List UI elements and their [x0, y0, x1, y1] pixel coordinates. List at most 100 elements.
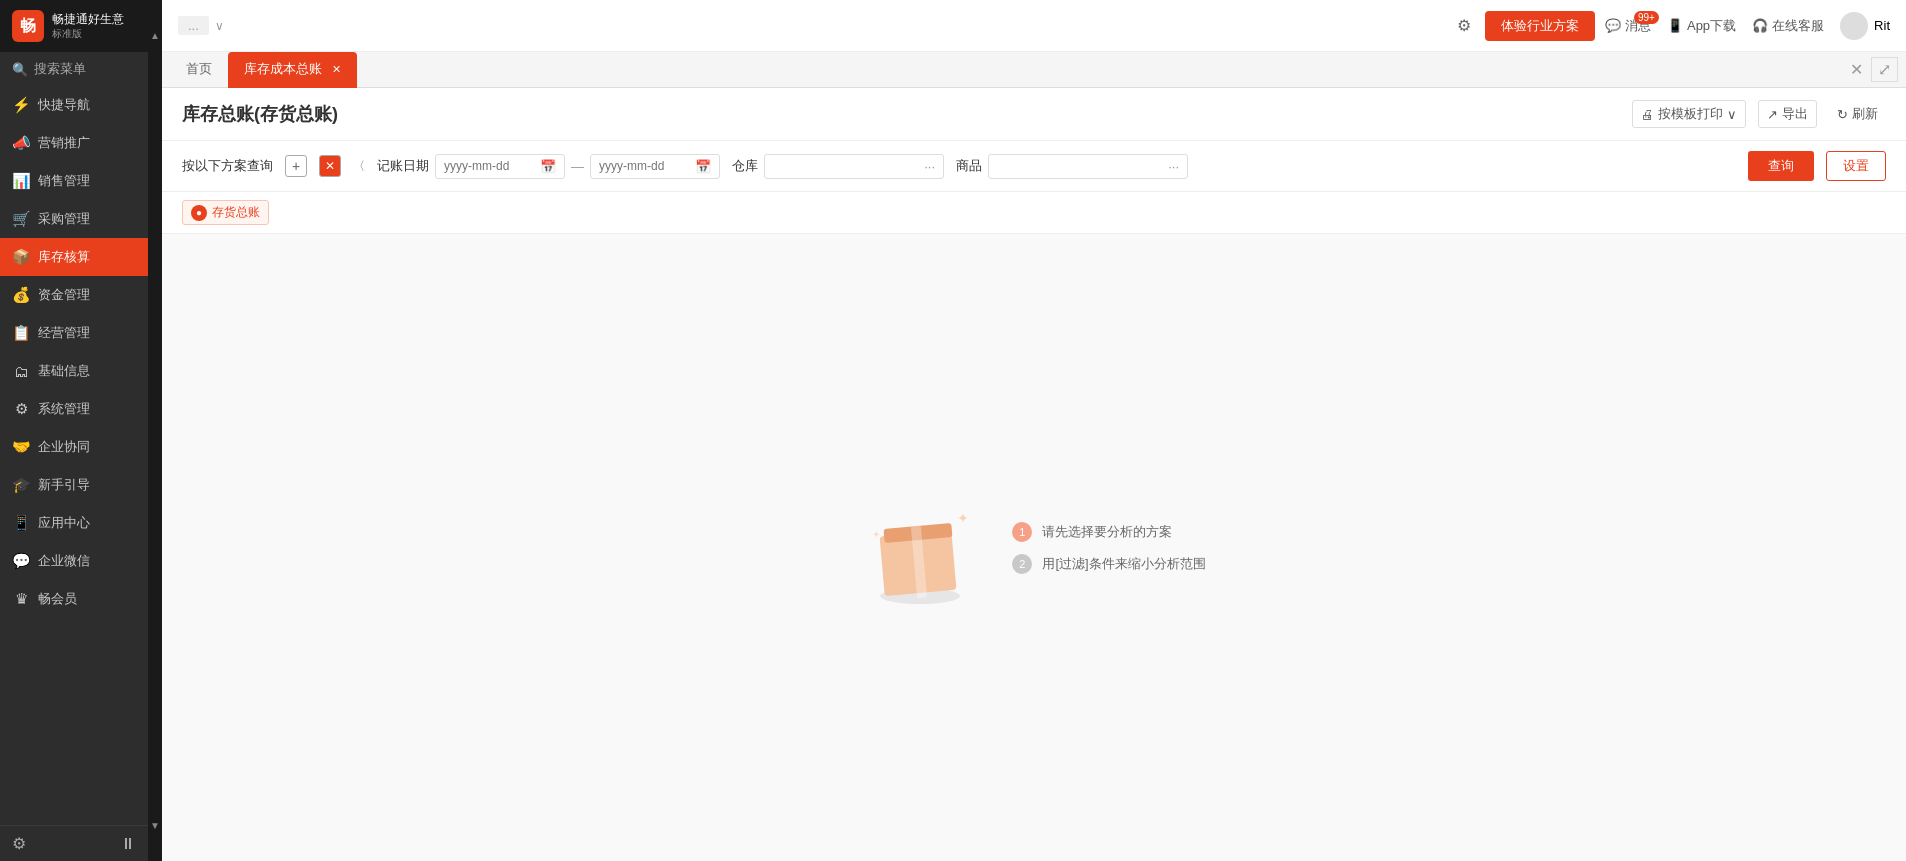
apps-icon: 📱 — [12, 514, 30, 532]
industry-btn[interactable]: 体验行业方案 — [1485, 11, 1595, 41]
date-field-group: 记账日期 📅 — 📅 — [377, 154, 720, 179]
panel-close-btn[interactable]: ✕ — [1850, 60, 1863, 79]
sidebar-item-operations[interactable]: 📋 经营管理 — [0, 314, 148, 352]
topbar-settings-icon[interactable]: ⚙ — [1453, 12, 1475, 39]
user-avatar — [1840, 12, 1868, 40]
breadcrumb: ... ∨ — [178, 16, 1443, 35]
sidebar-item-sales[interactable]: 📊 销售管理 — [0, 162, 148, 200]
date-start-input[interactable] — [444, 159, 534, 173]
tab-home[interactable]: 首页 — [170, 52, 228, 88]
sidebar-scrollbar: ▲ ▼ — [148, 0, 162, 861]
query-btn[interactable]: 查询 — [1748, 151, 1814, 181]
page-header: 库存总账(存货总账) 🖨 按模板打印 ∨ ↗ 导出 ↻ 刷新 — [162, 88, 1906, 141]
tab-inventory-cost[interactable]: 库存成本总账 ✕ — [228, 52, 357, 88]
sidebar-item-wechat[interactable]: 💬 企业微信 — [0, 542, 148, 580]
search-menu-item[interactable]: 🔍 搜索菜单 — [0, 52, 148, 86]
sidebar-item-guide[interactable]: 🎓 新手引导 — [0, 466, 148, 504]
calendar-end-icon[interactable]: 📅 — [695, 159, 711, 174]
app-logo: 畅 畅捷通好生意 标准版 — [0, 0, 148, 52]
operations-icon: 📋 — [12, 324, 30, 342]
cooperation-icon: 🤝 — [12, 438, 30, 456]
sidebar-item-quick-nav[interactable]: ⚡ 快捷导航 — [0, 86, 148, 124]
product-more-icon[interactable]: ··· — [1168, 159, 1179, 174]
finance-icon: 💰 — [12, 286, 30, 304]
calendar-start-icon[interactable]: 📅 — [540, 159, 556, 174]
messages-btn[interactable]: 💬 消息 99+ — [1605, 17, 1651, 35]
export-btn[interactable]: ↗ 导出 — [1758, 100, 1817, 128]
panel-expand-btn[interactable]: ⤢ — [1871, 57, 1898, 82]
logo-icon: 畅 — [12, 10, 44, 42]
step-1-text: 请先选择要分析的方案 — [1042, 523, 1172, 541]
sidebar-item-apps[interactable]: 📱 应用中心 — [0, 504, 148, 542]
wechat-icon: 💬 — [12, 552, 30, 570]
sales-icon: 📊 — [12, 172, 30, 190]
empty-step-2: 2 用[过滤]条件来缩小分析范围 — [1012, 554, 1205, 574]
messages-badge: 99+ — [1634, 11, 1659, 24]
filter-chevron-icon[interactable]: 〈 — [353, 158, 365, 175]
product-label: 商品 — [956, 157, 982, 175]
scroll-up-arrow[interactable]: ▲ — [150, 30, 160, 41]
content-area: 库存总账(存货总账) 🖨 按模板打印 ∨ ↗ 导出 ↻ 刷新 按以下方案查询 — [162, 88, 1906, 861]
date-separator: — — [571, 159, 584, 174]
tag-label: 存货总账 — [212, 204, 260, 221]
breadcrumb-chevron-icon: ∨ — [215, 19, 224, 33]
date-start-field[interactable]: 📅 — [435, 154, 565, 179]
date-end-field[interactable]: 📅 — [590, 154, 720, 179]
page-actions: 🖨 按模板打印 ∨ ↗ 导出 ↻ 刷新 — [1632, 100, 1886, 128]
empty-state: ✦ ✦ 1 请先选择要分析的方案 2 用[过滤]条件来缩小分析范围 — [162, 234, 1906, 861]
sidebar-item-basic[interactable]: 🗂 基础信息 — [0, 352, 148, 390]
message-icon: 💬 — [1605, 18, 1621, 33]
tab-close-icon[interactable]: ✕ — [332, 63, 341, 75]
filter-label: 按以下方案查询 — [182, 157, 273, 175]
svg-text:✦: ✦ — [957, 510, 969, 526]
warehouse-more-icon[interactable]: ··· — [924, 159, 935, 174]
sub-filter-tag[interactable]: ● 存货总账 — [182, 200, 269, 225]
print-btn[interactable]: 🖨 按模板打印 ∨ — [1632, 100, 1746, 128]
warehouse-select[interactable]: ··· — [764, 154, 944, 179]
topbar-right: 💬 消息 99+ 📱 App下载 🎧 在线客服 Rit — [1605, 12, 1890, 40]
product-field-group: 商品 ··· — [956, 154, 1188, 179]
user-menu[interactable]: Rit — [1840, 12, 1890, 40]
sidebar: 畅 畅捷通好生意 标准版 🔍 搜索菜单 ⚡ 快捷导航 📣 营销推广 📊 销售管理… — [0, 0, 148, 861]
purchase-icon: 🛒 — [12, 210, 30, 228]
sidebar-item-system[interactable]: ⚙ 系统管理 — [0, 390, 148, 428]
logo-text: 畅捷通好生意 标准版 — [52, 12, 124, 41]
inventory-icon: 📦 — [12, 248, 30, 266]
sidebar-item-inventory[interactable]: 📦 库存核算 — [0, 238, 148, 276]
sidebar-item-finance[interactable]: 💰 资金管理 — [0, 276, 148, 314]
filter-bar: 按以下方案查询 + ✕ 〈 记账日期 📅 — 📅 — [162, 141, 1906, 192]
sidebar-item-marketing[interactable]: 📣 营销推广 — [0, 124, 148, 162]
filter-collapse-btn[interactable]: ✕ — [319, 155, 341, 177]
sub-filter-bar: ● 存货总账 — [162, 192, 1906, 234]
date-label: 记账日期 — [377, 157, 429, 175]
print-chevron-icon: ∨ — [1727, 107, 1737, 122]
audio-footer-icon[interactable]: ⏸ — [120, 835, 136, 853]
sidebar-item-cooperation[interactable]: 🤝 企业协同 — [0, 428, 148, 466]
page-title: 库存总账(存货总账) — [182, 102, 338, 126]
sidebar-nav: ⚡ 快捷导航 📣 营销推广 📊 销售管理 🛒 采购管理 📦 库存核算 💰 资金管… — [0, 86, 148, 825]
basic-icon: 🗂 — [12, 362, 30, 380]
svg-text:✦: ✦ — [872, 529, 880, 540]
filter-add-btn[interactable]: + — [285, 155, 307, 177]
settings-btn[interactable]: 设置 — [1826, 151, 1886, 181]
breadcrumb-text: ... — [178, 16, 209, 35]
empty-illustration: ✦ ✦ — [862, 488, 982, 608]
settings-footer-icon[interactable]: ⚙ — [12, 834, 26, 853]
guide-icon: 🎓 — [12, 476, 30, 494]
step-1-num: 1 — [1012, 522, 1032, 542]
app-download-btn[interactable]: 📱 App下载 — [1667, 17, 1736, 35]
empty-content: ✦ ✦ 1 请先选择要分析的方案 2 用[过滤]条件来缩小分析范围 — [862, 488, 1205, 608]
collapse-icon: ✕ — [325, 159, 335, 173]
main-area: ... ∨ ⚙ 体验行业方案 💬 消息 99+ 📱 App下载 🎧 在线客服 R… — [162, 0, 1906, 861]
search-icon: 🔍 — [12, 62, 28, 77]
scroll-down-arrow[interactable]: ▼ — [150, 820, 160, 831]
product-select[interactable]: ··· — [988, 154, 1188, 179]
online-support-btn[interactable]: 🎧 在线客服 — [1752, 17, 1824, 35]
topbar: ... ∨ ⚙ 体验行业方案 💬 消息 99+ 📱 App下载 🎧 在线客服 R… — [162, 0, 1906, 52]
sidebar-item-purchase[interactable]: 🛒 采购管理 — [0, 200, 148, 238]
date-end-input[interactable] — [599, 159, 689, 173]
sidebar-item-vip[interactable]: ♛ 畅会员 — [0, 580, 148, 618]
refresh-btn[interactable]: ↻ 刷新 — [1829, 101, 1886, 127]
vip-icon: ♛ — [12, 590, 30, 608]
warehouse-label: 仓库 — [732, 157, 758, 175]
